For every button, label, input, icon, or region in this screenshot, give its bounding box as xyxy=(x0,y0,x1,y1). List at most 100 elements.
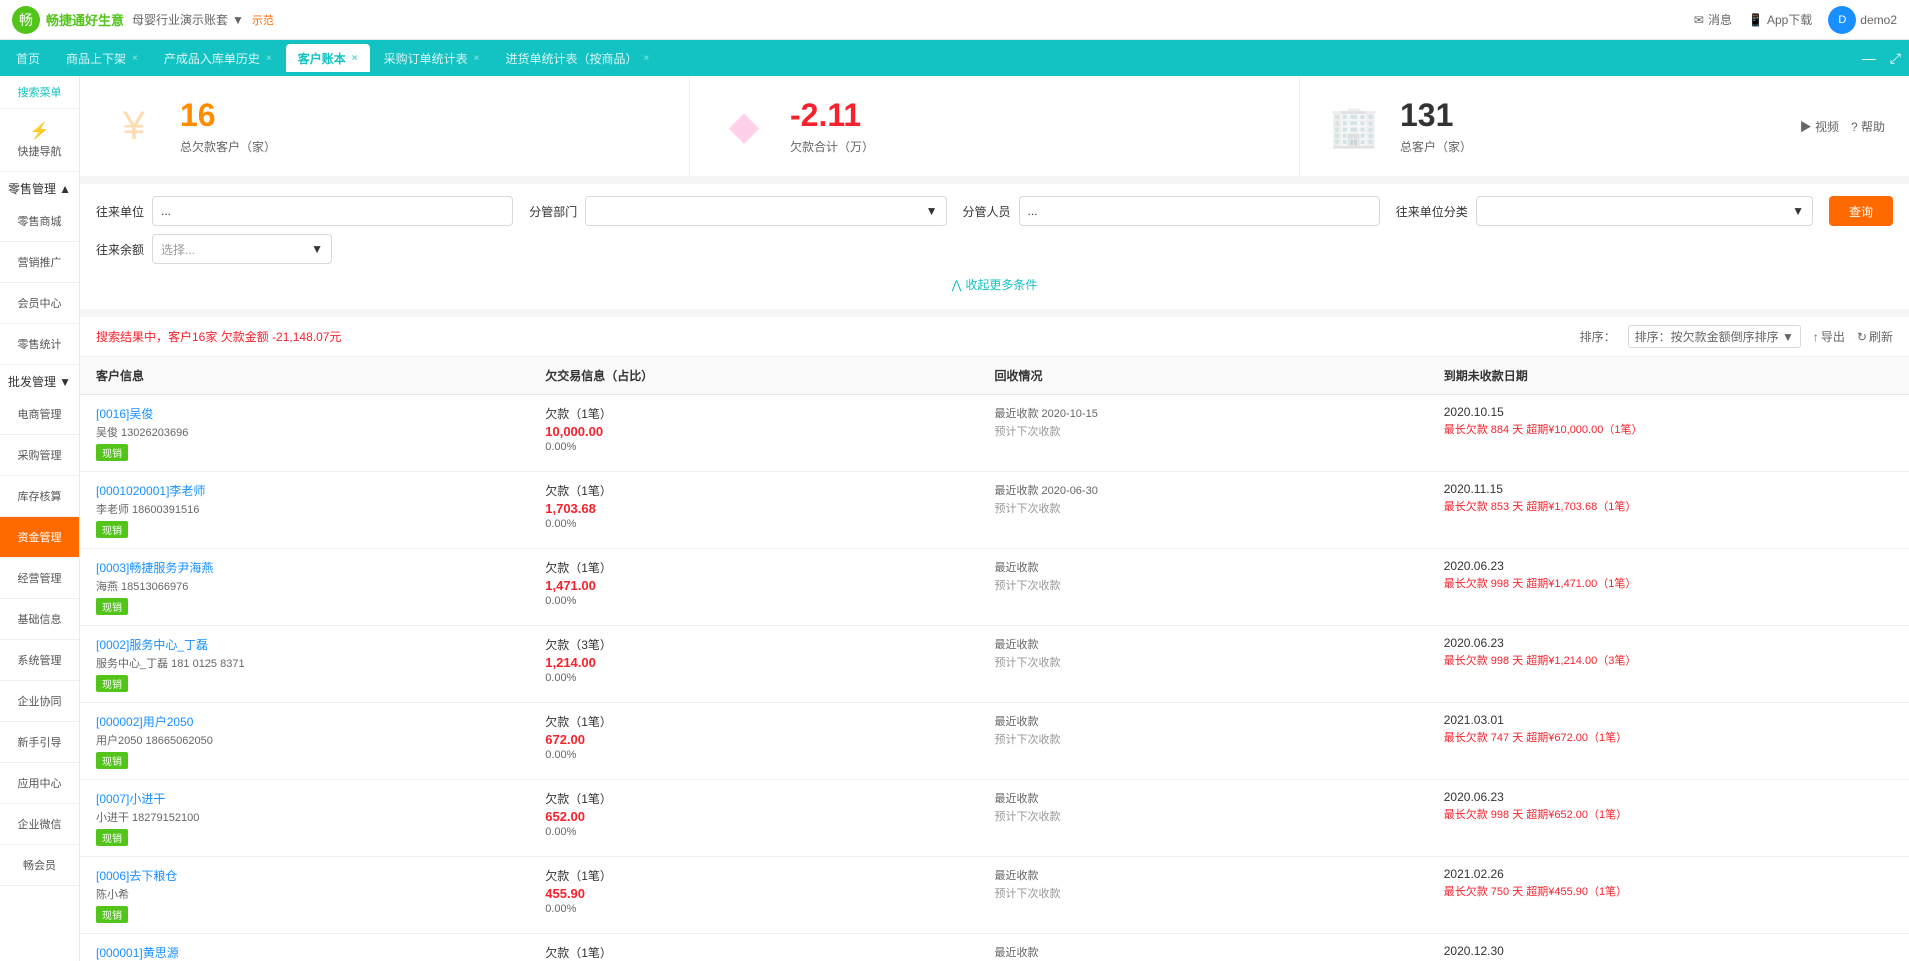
debt-amount: 1,703.68 xyxy=(545,501,994,516)
subtitle-link[interactable]: 示范 xyxy=(252,12,274,28)
sidebar-item-basic-info[interactable]: 基础信息 xyxy=(0,599,79,640)
debt-amount: 652.00 xyxy=(545,809,994,824)
sidebar-item-business-mgmt[interactable]: 经营管理 xyxy=(0,558,79,599)
message-button[interactable]: ✉ 消息 xyxy=(1694,11,1732,28)
customer-name-link[interactable]: [000002]用户2050 xyxy=(96,713,545,730)
customer-name-link[interactable]: [0007]小进干 xyxy=(96,790,545,807)
sidebar-item-enterprise-collab[interactable]: 企业协同 xyxy=(0,681,79,722)
tab-close-icon[interactable]: × xyxy=(474,53,480,64)
debt-count: 欠款（1笔） xyxy=(545,790,994,807)
unit-category-arrow-icon: ▼ xyxy=(1792,204,1804,218)
tab-products-off[interactable]: 商品上下架 × xyxy=(54,44,150,72)
retail-mall-label: 零售商城 xyxy=(4,213,75,229)
due-date: 2020.06.23 xyxy=(1444,636,1893,650)
tab-close-icon[interactable]: × xyxy=(132,53,138,64)
collection-cell: 最近收款 2020-10-15 预计下次收款 xyxy=(995,405,1444,461)
sidebar-item-quick-nav[interactable]: ⚡ 快捷导航 xyxy=(0,109,79,172)
store-arrow-icon: ▼ xyxy=(232,13,244,27)
user-menu[interactable]: D demo2 xyxy=(1828,6,1897,34)
person-input[interactable]: ... xyxy=(1019,196,1380,226)
quick-nav-label: 快捷导航 xyxy=(4,143,75,159)
customer-name-link[interactable]: [0001020001]李老师 xyxy=(96,482,545,499)
sidebar-item-wholesale-mgmt[interactable]: 批发管理 ▼ xyxy=(0,365,79,394)
store-selector[interactable]: 母婴行业演示账套 ▼ xyxy=(132,11,244,28)
tab-inbound-stats[interactable]: 进货单统计表（按商品） × xyxy=(493,44,661,72)
tabs-maximize-icon[interactable]: ⤢ xyxy=(1886,48,1905,69)
app-download-button[interactable]: 📱 App下载 xyxy=(1748,11,1812,28)
overdue-amount-link[interactable]: 超期¥10,000.00（1笔） xyxy=(1526,424,1642,436)
overdue-amount-link[interactable]: 超期¥1,214.00（3笔） xyxy=(1526,655,1636,667)
customer-name-link[interactable]: [0003]畅捷服务尹海燕 xyxy=(96,559,545,576)
due-date-cell: 2020.11.15 最长欠款 853 天 超期¥1,703.68（1笔） xyxy=(1444,482,1893,538)
customer-info-cell: [0006]去下粮仓 陈小希 现销 xyxy=(96,867,545,923)
customer-name-link[interactable]: [0002]服务中心_丁磊 xyxy=(96,636,545,653)
from-unit-label: 往来单位 xyxy=(96,203,144,220)
tab-products-history[interactable]: 产成品入库单历史 × xyxy=(152,44,284,72)
sidebar-item-retail-mgmt[interactable]: 零售管理 ▲ xyxy=(0,172,79,201)
sidebar-item-member[interactable]: 畅会员 xyxy=(0,845,79,886)
table-row: [0001020001]李老师 李老师 18600391516 现销 欠款（1笔… xyxy=(80,472,1909,549)
tab-customer-account-label: 客户账本 xyxy=(298,50,346,67)
sidebar-item-retail-mall[interactable]: 零售商城 xyxy=(0,201,79,242)
finance-label: 资金管理 xyxy=(4,529,75,545)
sidebar-item-member-center[interactable]: 会员中心 xyxy=(0,283,79,324)
help-button[interactable]: ? 帮助 xyxy=(1851,118,1885,135)
sort-select[interactable]: 排序：按欠款金额倒序排序 ▼ xyxy=(1628,325,1801,348)
sidebar-item-app-center[interactable]: 应用中心 xyxy=(0,763,79,804)
collapse-row[interactable]: ⋀ 收起更多条件 xyxy=(96,272,1893,297)
user-name: demo2 xyxy=(1860,13,1897,27)
logo-area: 畅 畅捷通好生意 xyxy=(12,6,124,34)
due-date: 2020.12.30 xyxy=(1444,944,1893,958)
tab-close-icon[interactable]: × xyxy=(266,53,272,64)
overdue-amount-link[interactable]: 超期¥1,703.68（1笔） xyxy=(1526,501,1636,513)
debt-ratio: 0.00% xyxy=(545,672,994,684)
refresh-label: 刷新 xyxy=(1869,328,1893,345)
dept-select[interactable]: ▼ xyxy=(585,196,946,226)
stat-card-total-customers: 🏢 131 总客户（家） ▶ 视频 ? 帮助 xyxy=(1300,76,1909,176)
overdue-amount-link[interactable]: 超期¥672.00（1笔） xyxy=(1526,732,1627,744)
debt-ratio: 0.00% xyxy=(545,826,994,838)
tab-close-icon[interactable]: × xyxy=(352,53,358,64)
sidebar-item-system-mgmt[interactable]: 系统管理 xyxy=(0,640,79,681)
tab-customer-account[interactable]: 客户账本 × xyxy=(286,44,370,72)
customer-name-link[interactable]: [0006]去下粮仓 xyxy=(96,867,545,884)
sidebar-item-ecommerce[interactable]: 电商管理 xyxy=(0,394,79,435)
top-bar-left: 畅 畅捷通好生意 母婴行业演示账套 ▼ 示范 xyxy=(12,6,274,34)
export-button[interactable]: ↑ 导出 xyxy=(1813,328,1845,345)
stat-label-debt-amount: 欠款合计（万） xyxy=(790,138,874,155)
unit-category-select[interactable]: ▼ xyxy=(1476,196,1813,226)
sidebar-item-purchase-mgmt[interactable]: 采购管理 xyxy=(0,435,79,476)
sidebar-item-retail-stats[interactable]: 零售统计 xyxy=(0,324,79,365)
tab-purchase-stats[interactable]: 采购订单统计表 × xyxy=(372,44,492,72)
query-button[interactable]: 查询 xyxy=(1829,196,1893,226)
search-menu-label[interactable]: 搜索菜单 xyxy=(18,84,62,100)
from-unit-input[interactable]: ... xyxy=(152,196,513,226)
overdue-amount-link[interactable]: 超期¥1,471.00（1笔） xyxy=(1526,578,1636,590)
col-header-customer: 客户信息 xyxy=(96,367,545,384)
customer-name-link[interactable]: [0016]吴俊 xyxy=(96,405,545,422)
table-area: 客户信息 欠交易信息（占比） 回收情况 到期未收款日期 [0016]吴俊 吴俊 … xyxy=(80,357,1909,961)
balance-select[interactable]: 选择... ▼ xyxy=(152,234,332,264)
customer-info-cell: [0016]吴俊 吴俊 13026203696 现销 xyxy=(96,405,545,461)
tabs-minimize-icon[interactable]: — xyxy=(1858,48,1880,69)
unit-category-label: 往来单位分类 xyxy=(1396,203,1468,220)
overdue-days: 最长欠款 884 天 xyxy=(1444,424,1523,436)
tab-home[interactable]: 首页 xyxy=(4,44,52,72)
customer-name-link[interactable]: [000001]黄思源 xyxy=(96,944,545,961)
sidebar-item-newbie-guide[interactable]: 新手引导 xyxy=(0,722,79,763)
sidebar-item-enterprise-wechat[interactable]: 企业微信 xyxy=(0,804,79,845)
overdue-amount-link[interactable]: 超期¥652.00（1笔） xyxy=(1526,809,1627,821)
overdue-amount-link[interactable]: 超期¥455.90（1笔） xyxy=(1526,886,1627,898)
filter-person: 分管人员 ... xyxy=(963,196,1380,226)
refresh-button[interactable]: ↻ 刷新 xyxy=(1857,328,1893,345)
sidebar-item-finance[interactable]: 资金管理 xyxy=(0,517,79,558)
debt-ratio: 0.00% xyxy=(545,441,994,453)
tab-close-icon[interactable]: × xyxy=(643,53,649,64)
filter-row-1: 往来单位 ... 分管部门 ▼ 分管人员 ... xyxy=(96,196,1893,226)
sidebar-item-marketing[interactable]: 营销推广 xyxy=(0,242,79,283)
sidebar-item-inventory[interactable]: 库存核算 xyxy=(0,476,79,517)
retail-mgmt-arrow: ▲ xyxy=(59,182,71,196)
view-video-button[interactable]: ▶ 视频 xyxy=(1800,118,1839,135)
results-debt-amount: 欠款金额 -21,148.07元 xyxy=(221,330,342,344)
system-mgmt-label: 系统管理 xyxy=(4,652,75,668)
